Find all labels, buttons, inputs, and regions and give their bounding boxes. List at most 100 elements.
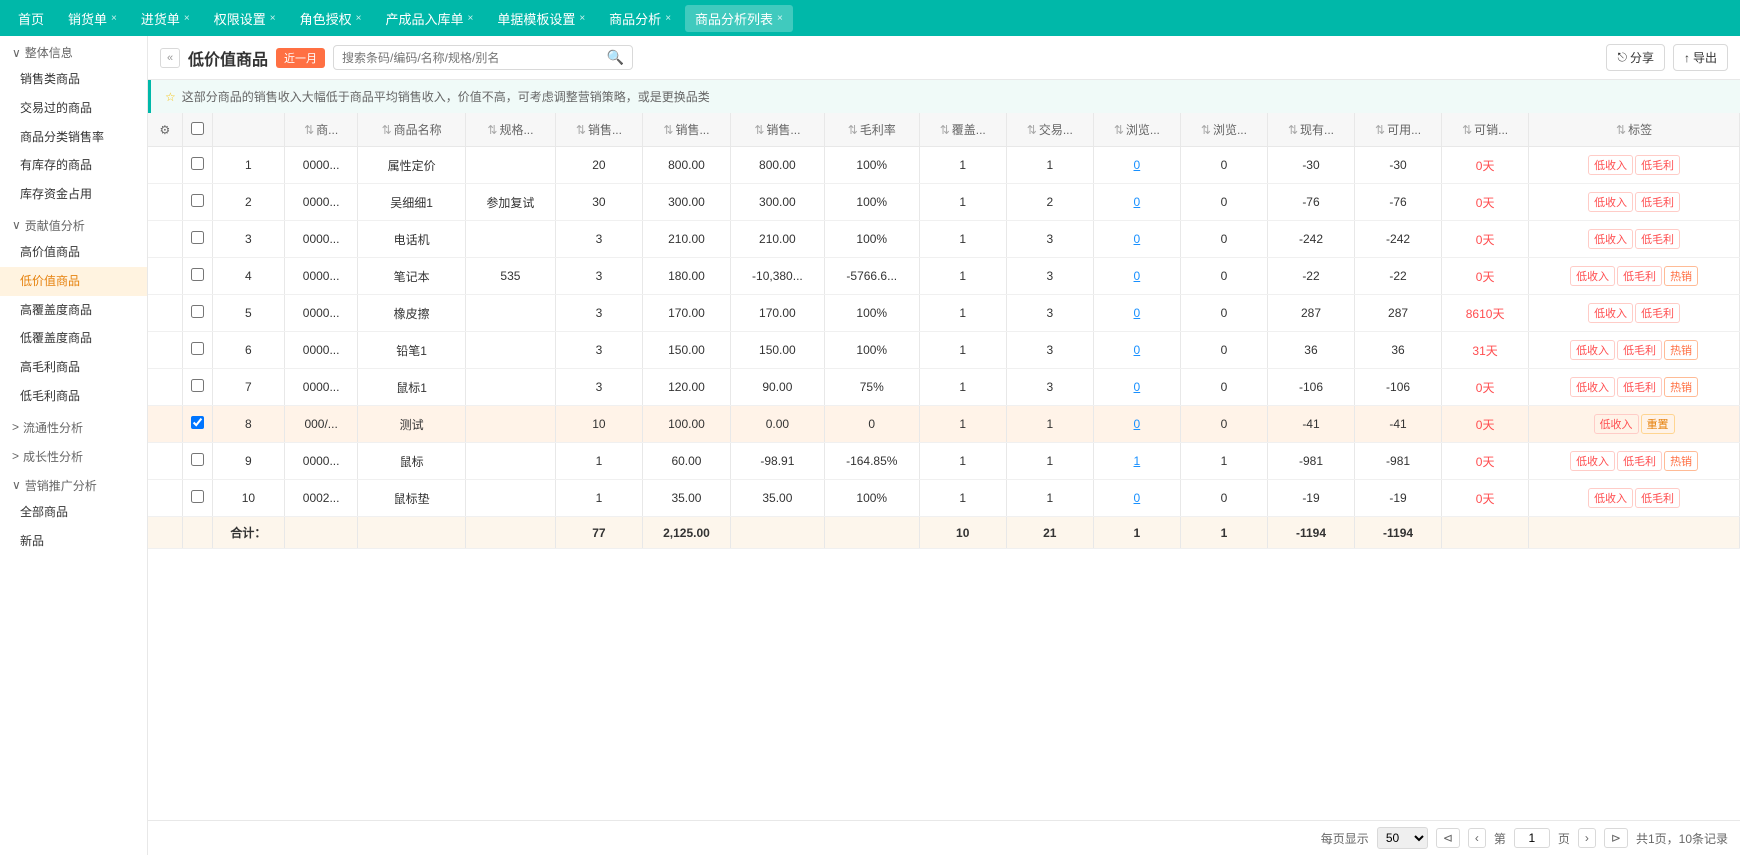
nav-item[interactable]: 产成品入库单×	[375, 5, 483, 32]
col-sort-icon[interactable]: ⇅	[1462, 123, 1472, 137]
nav-close-icon[interactable]: ×	[111, 13, 117, 24]
col-sort-icon[interactable]: ⇅	[940, 123, 950, 137]
table-header-checkbox[interactable]	[182, 113, 212, 147]
col-sort-icon[interactable]: ⇅	[304, 123, 314, 137]
table-header-seq[interactable]	[212, 113, 284, 147]
row-checkbox[interactable]	[191, 342, 204, 355]
browse1-link[interactable]: 1	[1134, 454, 1141, 468]
table-header-sales_avg[interactable]: ⇅销售...	[730, 113, 824, 147]
table-header-settings[interactable]: ⚙	[148, 113, 182, 147]
col-sort-icon[interactable]: ⇅	[1114, 123, 1124, 137]
next-page-button[interactable]: ›	[1578, 828, 1596, 848]
select-all-checkbox[interactable]	[191, 122, 204, 135]
sidebar-item[interactable]: 交易过的商品	[0, 94, 147, 123]
table-header-current_stock[interactable]: ⇅现有...	[1267, 113, 1354, 147]
col-sort-icon[interactable]: ⇅	[487, 123, 497, 137]
time-tag-button[interactable]: 近一月	[276, 48, 325, 68]
table-header-coverage[interactable]: ⇅覆盖...	[919, 113, 1006, 147]
browse1-link[interactable]: 0	[1134, 343, 1141, 357]
sidebar-item[interactable]: 低毛利商品	[0, 382, 147, 411]
row-browse1[interactable]: 1	[1093, 443, 1180, 480]
row-checkbox[interactable]	[191, 379, 204, 392]
nav-item[interactable]: 首页	[8, 5, 54, 32]
table-header-tags[interactable]: ⇅标签	[1529, 113, 1740, 147]
nav-close-icon[interactable]: ×	[184, 13, 190, 24]
browse1-link[interactable]: 0	[1134, 380, 1141, 394]
sidebar-item[interactable]: 销售类商品	[0, 65, 147, 94]
col-sort-icon[interactable]: ⇅	[382, 123, 392, 137]
col-sort-icon[interactable]: ⇅	[1027, 123, 1037, 137]
sidebar-item[interactable]: 高价值商品	[0, 238, 147, 267]
table-header-saleable[interactable]: ⇅可销...	[1442, 113, 1529, 147]
row-browse1[interactable]: 0	[1093, 221, 1180, 258]
table-header-code[interactable]: ⇅商...	[285, 113, 358, 147]
settings-icon[interactable]: ⚙	[160, 123, 171, 137]
sidebar-item[interactable]: 低覆盖度商品	[0, 324, 147, 353]
page-size-select[interactable]: 50 100	[1377, 827, 1428, 849]
table-header-name[interactable]: ⇅商品名称	[358, 113, 466, 147]
col-sort-icon[interactable]: ⇅	[1375, 123, 1385, 137]
row-browse1[interactable]: 0	[1093, 258, 1180, 295]
nav-item[interactable]: 进货单×	[131, 5, 200, 32]
row-browse1[interactable]: 0	[1093, 332, 1180, 369]
row-checkbox[interactable]	[191, 453, 204, 466]
table-header-sales_qty[interactable]: ⇅销售...	[555, 113, 642, 147]
row-checkbox[interactable]	[191, 157, 204, 170]
nav-close-icon[interactable]: ×	[356, 13, 362, 24]
browse1-link[interactable]: 0	[1134, 232, 1141, 246]
sidebar-section-title[interactable]: ∨营销推广分析	[0, 469, 147, 498]
row-checkbox[interactable]	[191, 194, 204, 207]
row-browse1[interactable]: 0	[1093, 147, 1180, 184]
nav-item[interactable]: 商品分析×	[599, 5, 681, 32]
browse1-link[interactable]: 0	[1134, 269, 1141, 283]
sidebar-item[interactable]: 低价值商品	[0, 267, 147, 296]
sidebar-item[interactable]: 新品	[0, 527, 147, 556]
sidebar-item[interactable]: 商品分类销售率	[0, 123, 147, 152]
table-header-browse2[interactable]: ⇅浏览...	[1180, 113, 1267, 147]
col-sort-icon[interactable]: ⇅	[1201, 123, 1211, 137]
sidebar-item[interactable]: 高覆盖度商品	[0, 296, 147, 325]
page-input[interactable]	[1514, 828, 1550, 848]
browse1-link[interactable]: 0	[1134, 491, 1141, 505]
row-checkbox[interactable]	[191, 231, 204, 244]
sidebar-item[interactable]: 高毛利商品	[0, 353, 147, 382]
nav-close-icon[interactable]: ×	[665, 13, 671, 24]
row-checkbox[interactable]	[191, 416, 204, 429]
nav-item[interactable]: 权限设置×	[204, 5, 286, 32]
nav-close-icon[interactable]: ×	[270, 13, 276, 24]
row-browse1[interactable]: 0	[1093, 184, 1180, 221]
sidebar-item[interactable]: 有库存的商品	[0, 151, 147, 180]
table-header-margin_rate[interactable]: ⇅毛利率	[824, 113, 919, 147]
browse1-link[interactable]: 0	[1134, 195, 1141, 209]
sidebar-section-title[interactable]: >流通性分析	[0, 411, 147, 440]
collapse-button[interactable]: «	[160, 48, 180, 68]
table-header-sales_amount[interactable]: ⇅销售...	[642, 113, 730, 147]
nav-close-icon[interactable]: ×	[467, 13, 473, 24]
table-header-browse1[interactable]: ⇅浏览...	[1093, 113, 1180, 147]
nav-close-icon[interactable]: ×	[579, 13, 585, 24]
col-sort-icon[interactable]: ⇅	[848, 123, 858, 137]
sidebar-section-title[interactable]: ∨整体信息	[0, 36, 147, 65]
first-page-button[interactable]: ⊲	[1436, 828, 1460, 848]
col-sort-icon[interactable]: ⇅	[1616, 123, 1626, 137]
row-browse1[interactable]: 0	[1093, 406, 1180, 443]
last-page-button[interactable]: ⊳	[1604, 828, 1628, 848]
sidebar-section-title[interactable]: >成长性分析	[0, 440, 147, 469]
search-icon[interactable]: 🔍	[607, 49, 624, 66]
nav-item[interactable]: 销货单×	[58, 5, 127, 32]
export-button[interactable]: ↑ 导出	[1673, 44, 1728, 71]
table-wrap[interactable]: ⚙⇅商...⇅商品名称⇅规格...⇅销售...⇅销售...⇅销售...⇅毛利率⇅…	[148, 113, 1740, 820]
nav-item[interactable]: 单据模板设置×	[487, 5, 595, 32]
search-input[interactable]	[342, 51, 603, 65]
nav-item[interactable]: 角色授权×	[290, 5, 372, 32]
browse1-link[interactable]: 0	[1134, 158, 1141, 172]
browse1-link[interactable]: 0	[1134, 417, 1141, 431]
row-browse1[interactable]: 0	[1093, 295, 1180, 332]
share-button[interactable]: ⎋ 分享	[1606, 44, 1665, 71]
table-header-transactions[interactable]: ⇅交易...	[1006, 113, 1093, 147]
col-sort-icon[interactable]: ⇅	[754, 123, 764, 137]
prev-page-button[interactable]: ‹	[1468, 828, 1486, 848]
col-sort-icon[interactable]: ⇅	[663, 123, 673, 137]
nav-item[interactable]: 商品分析列表×	[685, 5, 793, 32]
col-sort-icon[interactable]: ⇅	[576, 123, 586, 137]
